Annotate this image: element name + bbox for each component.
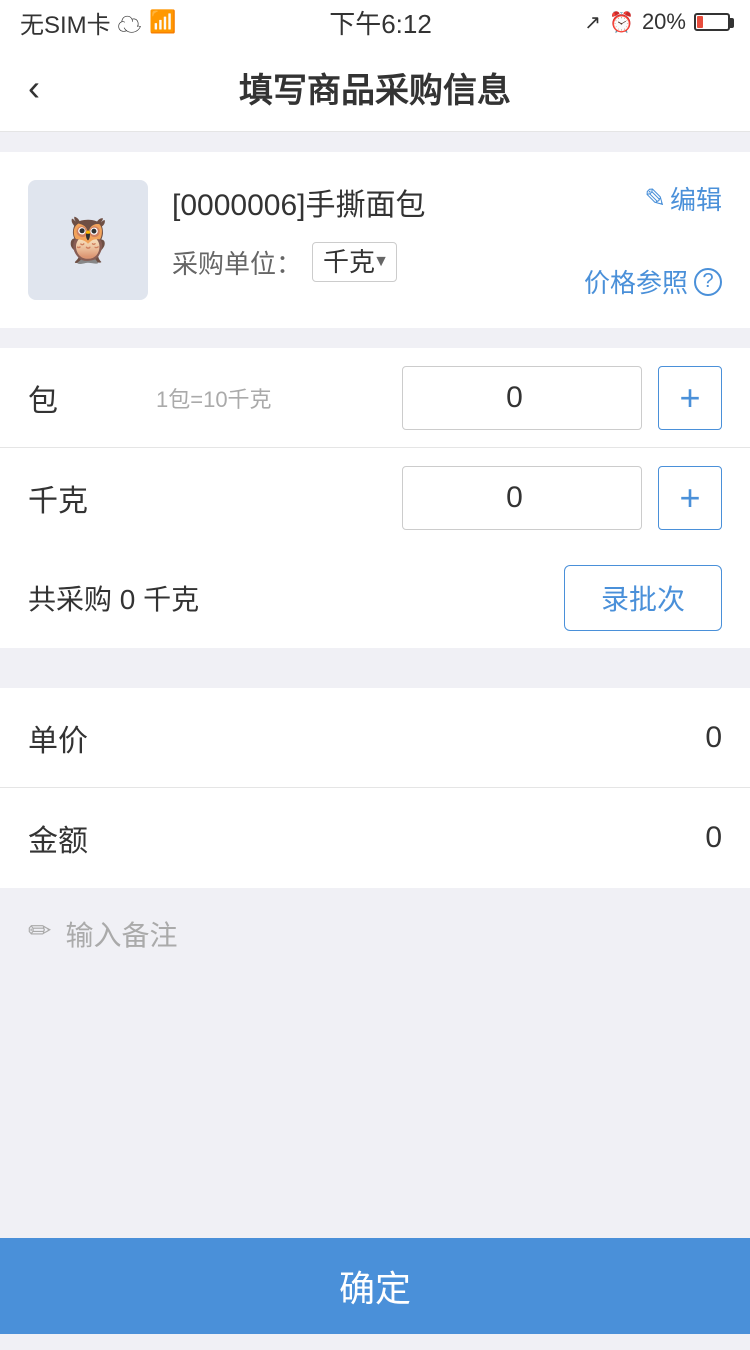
unit-select-wrap[interactable]: 千克 xyxy=(312,242,397,282)
bao-input-wrap: + xyxy=(272,366,722,430)
bao-row: 包 1包=10千克 + xyxy=(0,348,750,448)
price-ref-button[interactable]: 价格参照 ? xyxy=(584,263,722,300)
price-amount-section: 单价 0 金额 0 xyxy=(0,688,750,888)
battery-icon xyxy=(694,13,730,31)
battery-percent: 20% xyxy=(642,9,686,35)
divider-1 xyxy=(0,328,750,348)
amount-value: 0 xyxy=(705,821,722,855)
summary-text: 共采购 0 千克 xyxy=(28,578,199,618)
edit-button[interactable]: ✎ 编辑 xyxy=(644,180,722,217)
edit-icon: ✎ xyxy=(644,183,666,214)
bao-plus-button[interactable]: + xyxy=(658,366,722,430)
status-left: 无SIM卡 ☁ 📶 xyxy=(20,5,177,40)
status-right: ↗ ⏰ 20% xyxy=(584,9,730,35)
price-value: 0 xyxy=(705,721,722,755)
amount-label: 金额 xyxy=(28,816,88,860)
page-title: 填写商品采购信息 xyxy=(239,63,511,112)
kg-input-wrap: + xyxy=(148,466,722,530)
pencil-icon: ✏ xyxy=(28,914,51,947)
sim-label: 无SIM卡 ☁ xyxy=(20,5,141,40)
kg-input[interactable] xyxy=(402,466,642,530)
price-row: 单价 0 xyxy=(0,688,750,788)
edit-label: 编辑 xyxy=(670,180,722,217)
confirm-button[interactable]: 确定 xyxy=(0,1238,750,1334)
remark-section[interactable]: ✏ 输入备注 xyxy=(0,890,750,1010)
location-icon: ↗ xyxy=(584,10,601,35)
unit-label: 采购单位： xyxy=(172,244,302,281)
price-ref-label: 价格参照 xyxy=(584,263,688,300)
status-bar: 无SIM卡 ☁ 📶 下午6:12 ↗ ⏰ 20% xyxy=(0,0,750,44)
kg-row: 千克 + xyxy=(0,448,750,548)
back-button[interactable]: ‹ xyxy=(28,67,40,109)
product-name: [0000006]手撕面包 xyxy=(172,180,722,224)
bao-sublabel: 1包=10千克 xyxy=(156,382,272,414)
amount-row: 金额 0 xyxy=(0,788,750,888)
status-time: 下午6:12 xyxy=(329,4,432,41)
quantity-section: 包 1包=10千克 + 千克 + xyxy=(0,348,750,548)
summary-row: 共采购 0 千克 录批次 xyxy=(0,548,750,648)
help-icon: ? xyxy=(694,268,722,296)
alarm-icon: ⏰ xyxy=(609,10,634,35)
divider-2 xyxy=(0,648,750,668)
kg-plus-button[interactable]: + xyxy=(658,466,722,530)
wifi-icon: 📶 xyxy=(149,9,176,35)
unit-select[interactable]: 千克 xyxy=(312,242,397,282)
bao-input[interactable] xyxy=(402,366,642,430)
remark-placeholder: 输入备注 xyxy=(65,914,177,954)
product-thumbnail: 🦉 xyxy=(28,180,148,300)
product-card: 🦉 [0000006]手撕面包 采购单位： 千克 ✎ 编辑 价格参照 ? xyxy=(0,152,750,328)
nav-bar: ‹ 填写商品采购信息 xyxy=(0,44,750,132)
bao-label: 包 xyxy=(28,376,148,420)
batch-button[interactable]: 录批次 xyxy=(564,565,722,631)
kg-label: 千克 xyxy=(28,476,148,520)
price-label: 单价 xyxy=(28,716,88,760)
